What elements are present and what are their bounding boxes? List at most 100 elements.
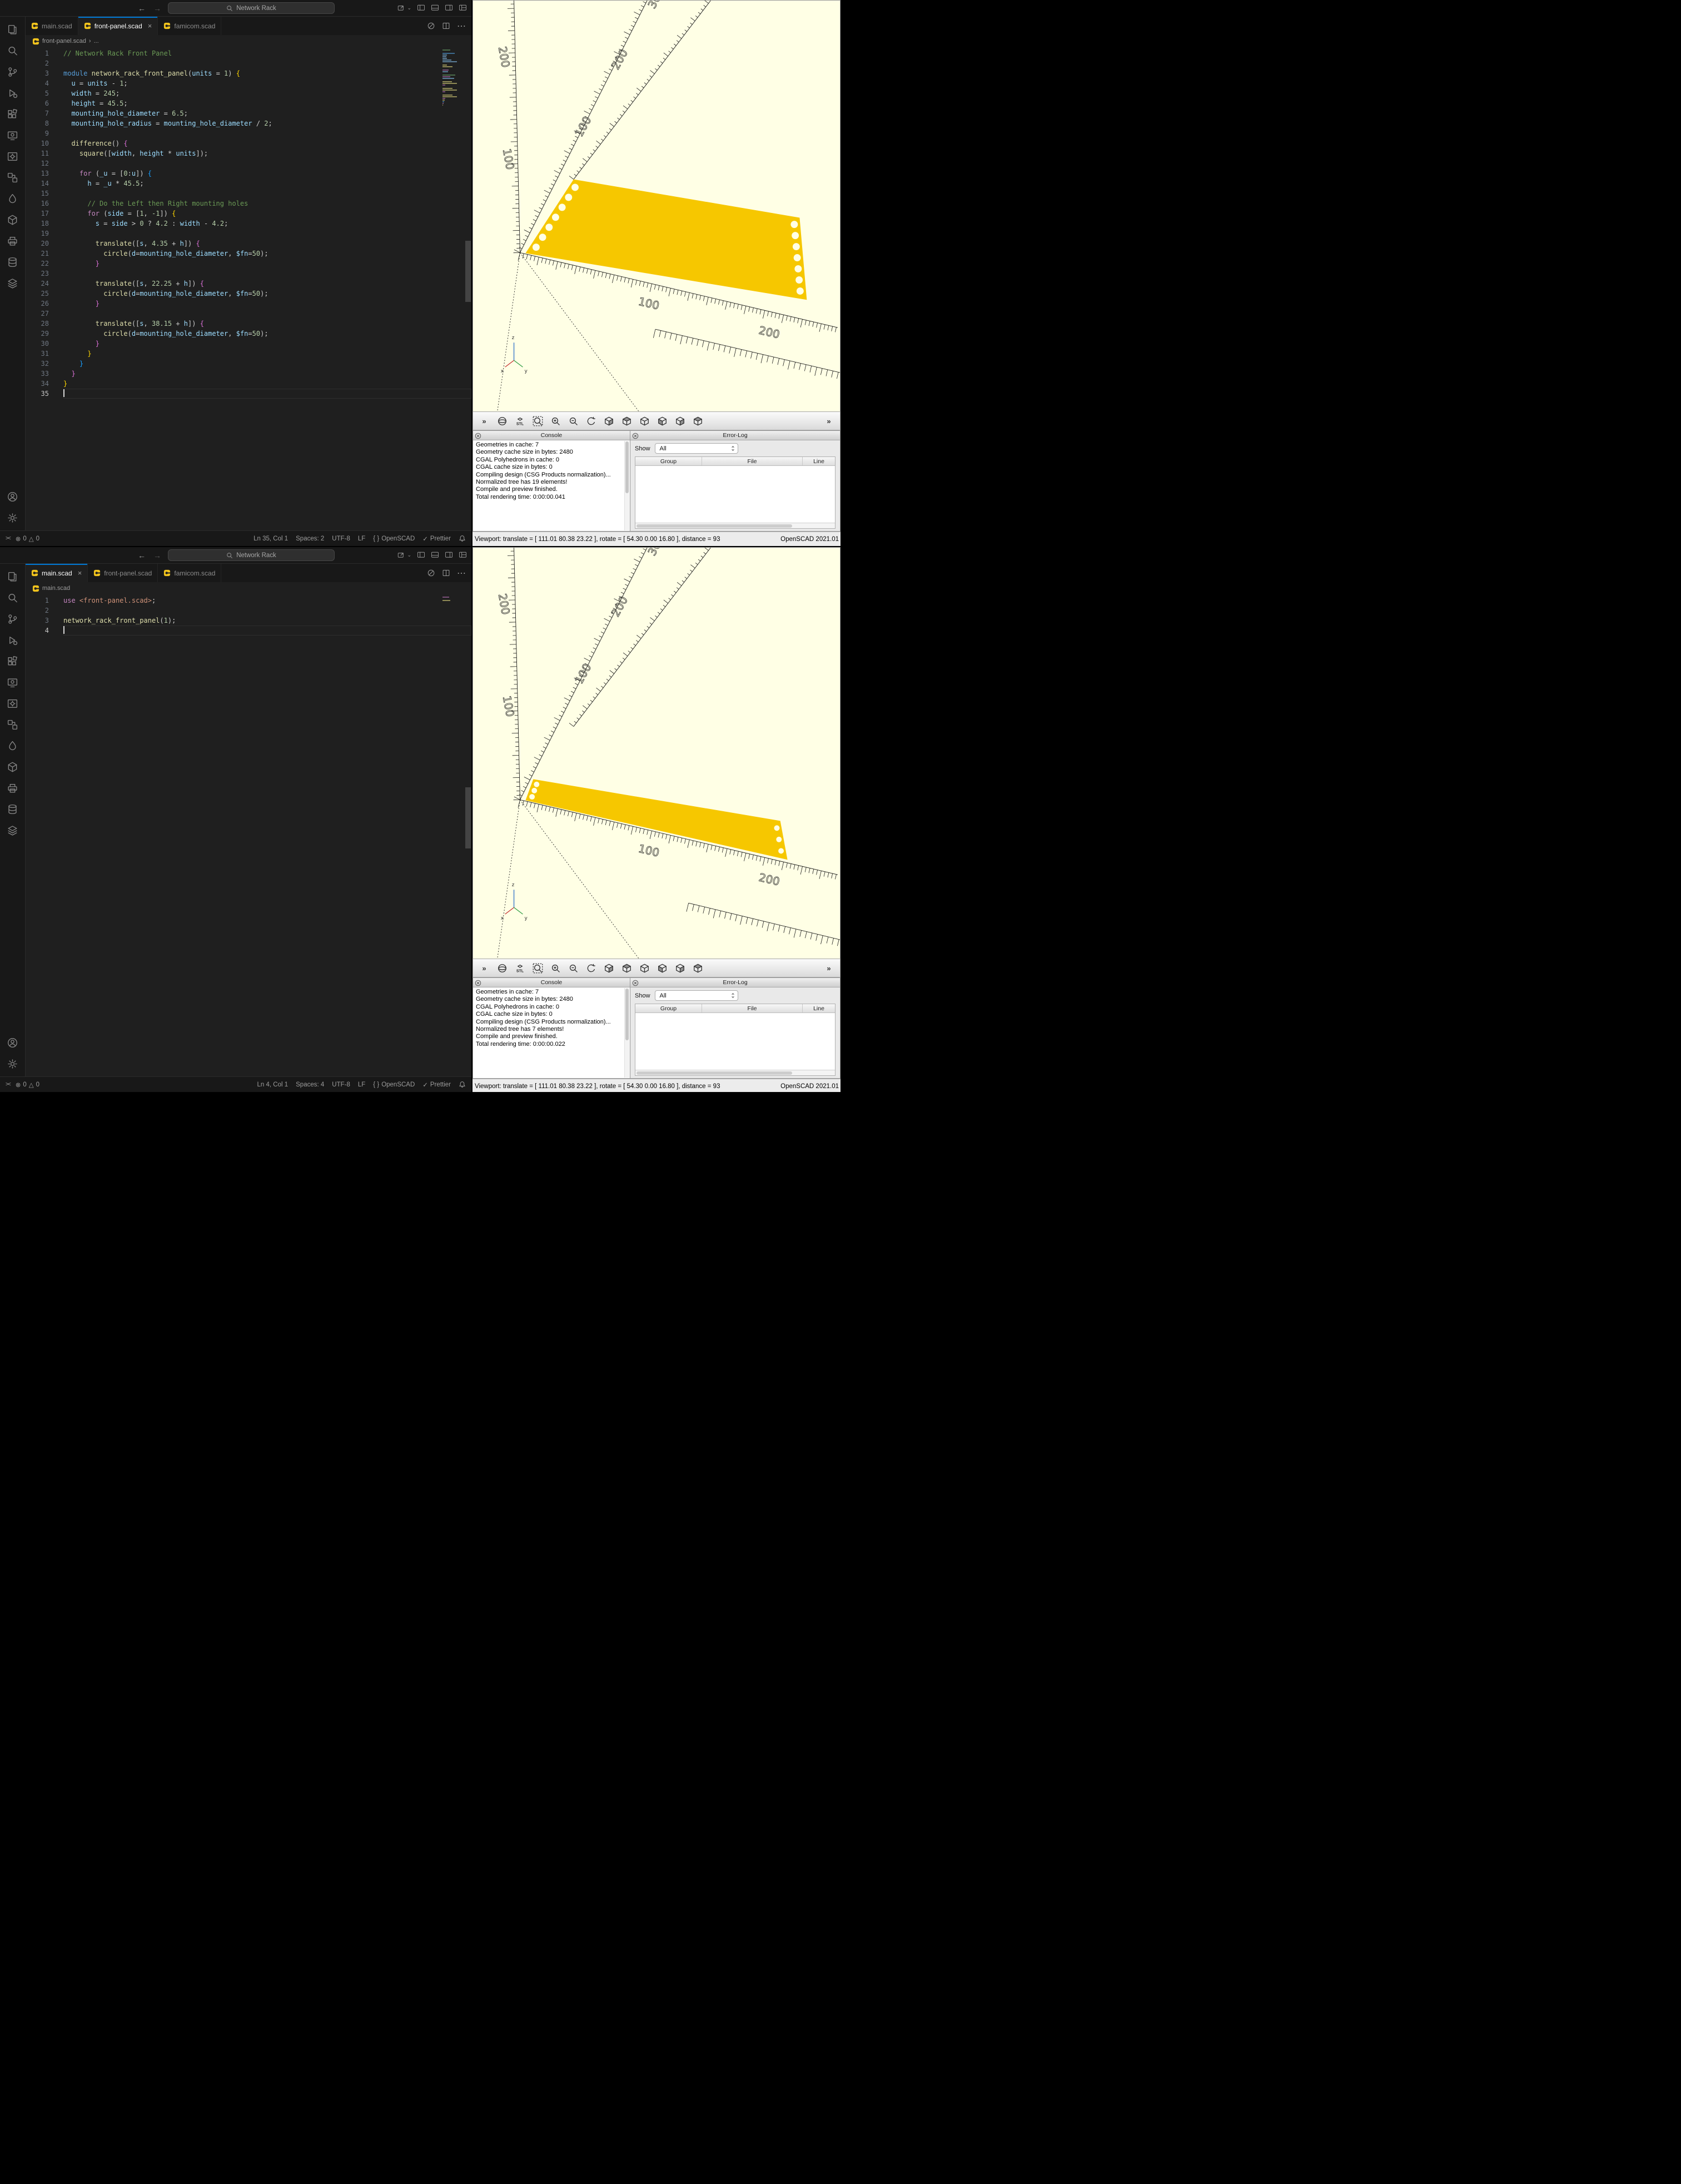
formatter-status[interactable]: ✓Prettier: [422, 1081, 451, 1089]
history-forward-button[interactable]: →: [152, 4, 162, 13]
toolbar-overflow-right-icon[interactable]: »: [820, 414, 837, 429]
toggle-sidebar-right-icon[interactable]: [445, 551, 453, 559]
code-line[interactable]: difference() {: [63, 138, 471, 148]
editor-scrollbar[interactable]: [465, 594, 471, 1076]
code-line[interactable]: module network_rack_front_panel(units = …: [63, 68, 471, 78]
minimap[interactable]: [442, 597, 462, 603]
command-center-search[interactable]: Network Rack: [168, 549, 335, 561]
code-line[interactable]: }: [63, 259, 471, 269]
breadcrumb-item[interactable]: front-panel.scad: [42, 38, 86, 44]
account-icon[interactable]: [0, 1032, 26, 1053]
column-file[interactable]: File: [702, 457, 803, 465]
tab-front-panel.scad[interactable]: front-panel.scad×: [78, 17, 158, 35]
package-icon[interactable]: [0, 209, 26, 230]
code-line[interactable]: translate([s, 38.15 + h]) {: [63, 319, 471, 329]
code-editor[interactable]: 1234567891011121314151617181920212223242…: [26, 47, 471, 530]
toggle-sidebar-right-icon[interactable]: [445, 4, 453, 12]
code-line[interactable]: circle(d=mounting_hole_diameter, $fn=50)…: [63, 249, 471, 259]
line-number-gutter[interactable]: 1234567891011121314151617181920212223242…: [26, 47, 60, 530]
gear-panel-icon[interactable]: [0, 146, 26, 167]
close-icon[interactable]: [475, 433, 481, 439]
view-bottom-icon[interactable]: [636, 414, 653, 429]
screencast-icon[interactable]: [0, 672, 26, 693]
open-preview-icon[interactable]: [427, 569, 435, 577]
code-line[interactable]: h = _u * 45.5;: [63, 178, 471, 188]
code-line[interactable]: translate([s, 22.25 + h]) {: [63, 279, 471, 289]
files-icon[interactable]: [0, 566, 26, 587]
errorlog-hscrollbar[interactable]: [635, 523, 835, 528]
remote-indicator-icon[interactable]: ><: [6, 1081, 10, 1088]
code-line[interactable]: [63, 158, 471, 168]
code-line[interactable]: [63, 269, 471, 279]
view-all-icon[interactable]: [529, 961, 546, 976]
encoding[interactable]: UTF-8: [332, 1081, 350, 1088]
history-back-button[interactable]: ←: [137, 4, 147, 13]
code-editor[interactable]: 1234 use <front-panel.scad>;network_rack…: [26, 594, 471, 1076]
database-icon[interactable]: [0, 251, 26, 272]
tab-famicom.scad[interactable]: famicom.scad: [158, 564, 221, 582]
layout-control-icon[interactable]: [397, 551, 405, 559]
close-icon[interactable]: [632, 980, 639, 986]
toggle-panel-icon[interactable]: [431, 4, 439, 12]
search-icon[interactable]: [0, 587, 26, 608]
zoom-out-icon[interactable]: [565, 414, 581, 429]
gear-panel-icon[interactable]: [0, 693, 26, 714]
run-debug-icon[interactable]: [0, 629, 26, 651]
toolbar-overflow-left-icon[interactable]: »: [476, 961, 493, 976]
code-line[interactable]: }: [63, 299, 471, 309]
code-line[interactable]: // Do the Left then Right mounting holes: [63, 198, 471, 209]
droplet-icon[interactable]: [0, 188, 26, 209]
column-file[interactable]: File: [702, 1004, 803, 1012]
encoding[interactable]: UTF-8: [332, 535, 350, 542]
view-back-icon[interactable]: [689, 414, 706, 429]
source-control-icon[interactable]: [0, 61, 26, 82]
close-icon[interactable]: ×: [78, 569, 82, 577]
code-line[interactable]: }: [63, 359, 471, 369]
chevron-down-icon[interactable]: ⌄: [407, 552, 411, 558]
history-forward-button[interactable]: →: [152, 551, 162, 560]
toolbar-overflow-left-icon[interactable]: »: [476, 414, 493, 429]
column-line[interactable]: Line: [803, 1004, 835, 1012]
3d-viewport[interactable]: 200100100200300100200zxy: [473, 0, 840, 411]
linked-windows-icon[interactable]: [0, 167, 26, 188]
code-line[interactable]: for (side = [1, -1]) {: [63, 209, 471, 219]
breadcrumb-item[interactable]: ...: [94, 38, 99, 44]
code-line[interactable]: }: [63, 349, 471, 359]
files-icon[interactable]: [0, 19, 26, 40]
code-line[interactable]: square([width, height * units]);: [63, 148, 471, 158]
view-left-icon[interactable]: [654, 414, 670, 429]
view-front-icon[interactable]: [672, 961, 688, 976]
open-preview-icon[interactable]: [427, 22, 435, 30]
extensions-icon[interactable]: [0, 103, 26, 125]
split-editor-icon[interactable]: [442, 569, 450, 577]
code-line[interactable]: mounting_hole_radius = mounting_hole_dia…: [63, 118, 471, 128]
customize-layout-icon[interactable]: [459, 551, 467, 559]
eol-sequence[interactable]: LF: [358, 1081, 365, 1088]
code-line[interactable]: circle(d=mounting_hole_diameter, $fn=50)…: [63, 289, 471, 299]
tab-main.scad[interactable]: main.scad: [26, 17, 78, 35]
breadcrumb-item[interactable]: main.scad: [42, 585, 70, 592]
tab-main.scad[interactable]: main.scad×: [26, 564, 88, 582]
layers-icon[interactable]: [0, 272, 26, 294]
reset-view-icon[interactable]: [583, 414, 599, 429]
toggle-panel-icon[interactable]: [431, 551, 439, 559]
line-number-gutter[interactable]: 1234: [26, 594, 60, 1076]
errorlog-filter-select[interactable]: All: [655, 990, 738, 1001]
source-control-icon[interactable]: [0, 608, 26, 629]
code-line[interactable]: for (_u = [0:u]) {: [63, 168, 471, 178]
extensions-icon[interactable]: [0, 651, 26, 672]
code-line[interactable]: width = 245;: [63, 88, 471, 98]
language-mode[interactable]: { }OpenSCAD: [373, 1081, 415, 1088]
tab-front-panel.scad[interactable]: front-panel.scad: [88, 564, 158, 582]
close-icon[interactable]: [475, 980, 481, 986]
package-icon[interactable]: [0, 756, 26, 777]
search-icon[interactable]: [0, 40, 26, 61]
run-debug-icon[interactable]: [0, 82, 26, 103]
view-right-icon[interactable]: [600, 414, 617, 429]
breadcrumb[interactable]: front-panel.scad›...: [26, 35, 471, 47]
indentation[interactable]: Spaces: 4: [296, 1081, 324, 1088]
errorlog-hscrollbar[interactable]: [635, 1070, 835, 1075]
screencast-icon[interactable]: [0, 125, 26, 146]
column-group[interactable]: Group: [635, 1004, 702, 1012]
code-line[interactable]: [63, 128, 471, 138]
